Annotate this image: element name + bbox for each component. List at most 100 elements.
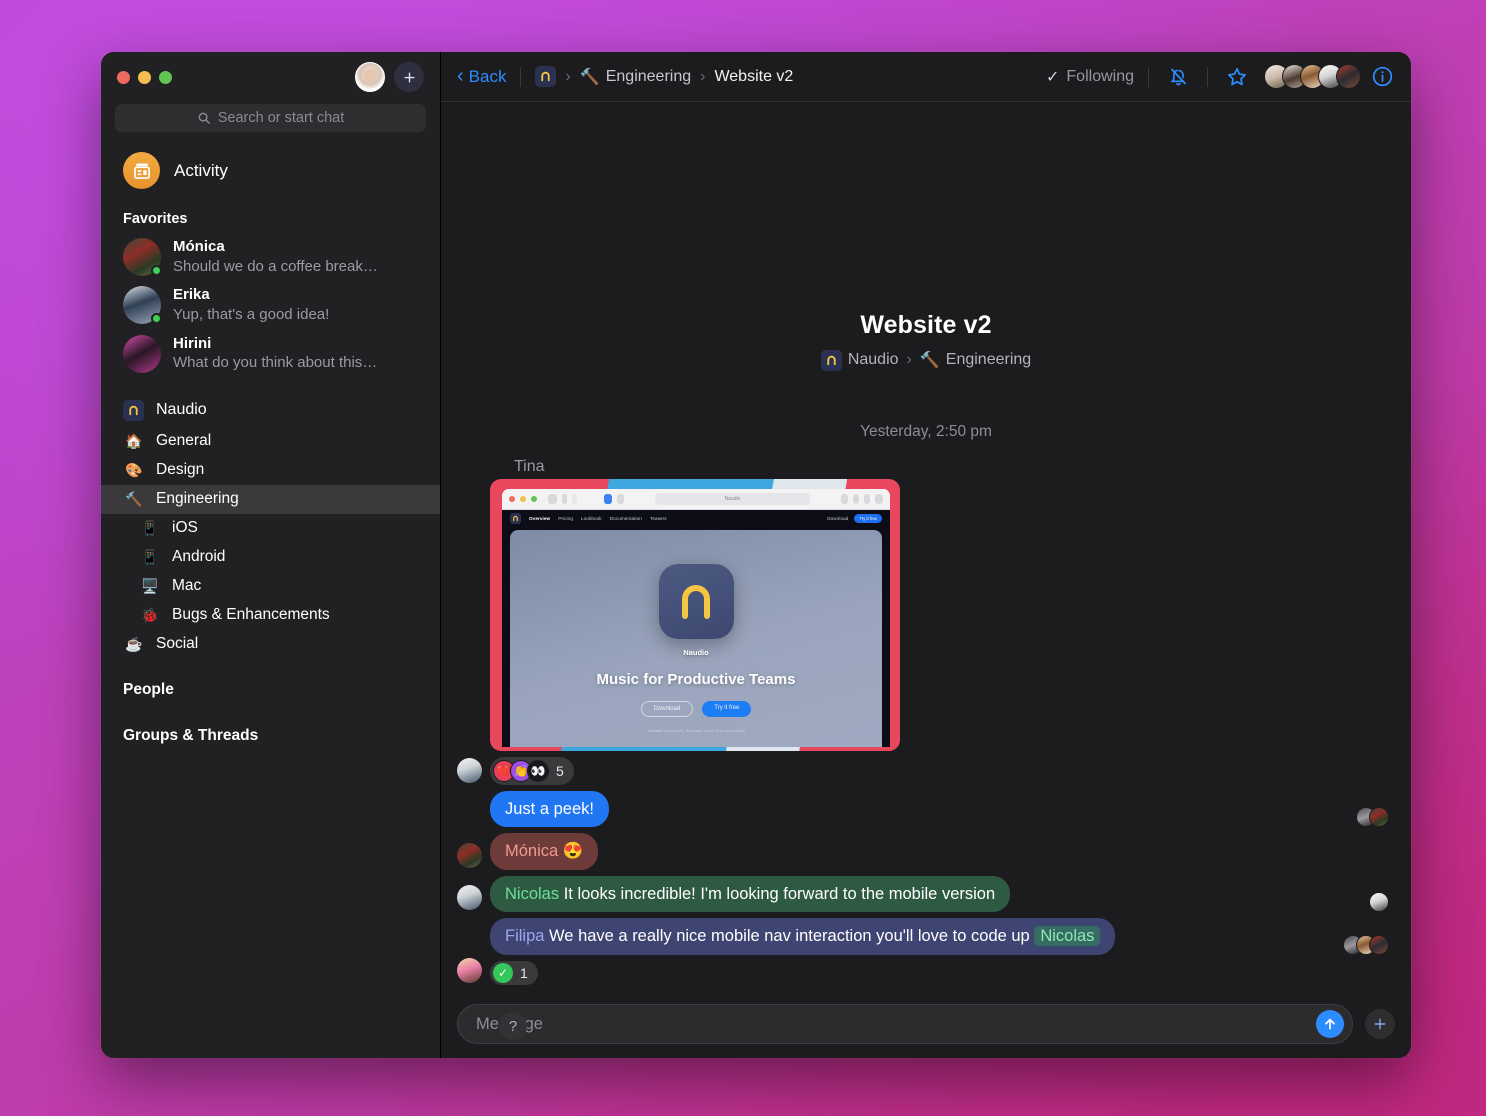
- avatar: [457, 885, 482, 910]
- online-indicator: [151, 313, 162, 324]
- mention-filipa[interactable]: Filipa: [505, 927, 544, 945]
- site-nav-pricing[interactable]: Pricing: [558, 516, 573, 521]
- sidebar-item-engineering[interactable]: 🔨 Engineering: [101, 485, 440, 514]
- favorite-star-button[interactable]: [1222, 63, 1252, 91]
- help-button[interactable]: ?: [499, 1012, 527, 1040]
- site-nav-lookbook[interactable]: Lookbook: [581, 516, 602, 521]
- naudio-app-icon: [659, 564, 734, 639]
- site-navbar: Overview Pricing Lookbook Documentation …: [502, 510, 890, 527]
- site-nav-cta[interactable]: Try it free: [854, 514, 882, 523]
- message-tina-image: Tina: [441, 455, 1411, 788]
- message-input-wrapper[interactable]: [457, 1004, 1353, 1044]
- day-timestamp: Yesterday, 2:50 pm: [441, 375, 1411, 455]
- message-attachment[interactable]: Naudio: [490, 479, 900, 785]
- member-avatars[interactable]: [1264, 64, 1361, 89]
- message-bubble[interactable]: Just a peek!: [490, 791, 609, 828]
- message-just-a-peek: Just a peek!: [441, 788, 1411, 831]
- avatar: [1369, 935, 1389, 955]
- zoom-button[interactable]: [159, 71, 172, 84]
- sidebar-item-social[interactable]: ☕ Social: [101, 630, 440, 659]
- attach-button[interactable]: [1365, 1009, 1395, 1039]
- divider: [1207, 67, 1208, 87]
- following-button[interactable]: ✓ Following: [1046, 67, 1134, 87]
- divider: [520, 67, 521, 87]
- favorite-hirini[interactable]: Hirini What do you think about this…: [101, 330, 440, 378]
- browser-toolbar: Naudio: [502, 489, 890, 510]
- new-chat-button[interactable]: [394, 62, 424, 92]
- avatar: [457, 843, 482, 868]
- message-bubble[interactable]: Mónica 😍: [490, 833, 598, 870]
- sidebar-item-mac[interactable]: 🖥️ Mac: [101, 572, 440, 601]
- team-label: Naudio: [156, 401, 207, 419]
- reaction-eyes[interactable]: 👀: [527, 760, 549, 782]
- bug-icon: 🐞: [139, 608, 161, 622]
- parent-team[interactable]: Naudio: [821, 350, 899, 371]
- parent-channel[interactable]: 🔨 Engineering: [920, 350, 1031, 370]
- site-nav-download[interactable]: Download: [827, 516, 848, 521]
- breadcrumb-website-v2[interactable]: Website v2: [714, 68, 793, 86]
- chevron-left-icon: ‹: [457, 66, 464, 86]
- back-arrow-icon: [562, 494, 567, 504]
- mention-nicolas[interactable]: Nicolas: [1034, 926, 1100, 946]
- breadcrumb: › 🔨 Engineering › Website v2: [535, 66, 793, 87]
- sidebar-item-bugs[interactable]: 🐞 Bugs & Enhancements: [101, 601, 440, 630]
- people-header[interactable]: People: [101, 659, 440, 705]
- naudio-logo-icon: [123, 400, 144, 421]
- message-text: It looks incredible! I'm looking forward…: [564, 885, 995, 903]
- sidebar-item-ios[interactable]: 📱 iOS: [101, 514, 440, 543]
- mute-notifications-button[interactable]: [1163, 63, 1193, 91]
- sidebar-item-general[interactable]: 🏠 General: [101, 427, 440, 456]
- reaction-count: 1: [520, 965, 528, 981]
- sidebar-item-activity[interactable]: Activity: [101, 146, 440, 195]
- favorite-preview: Yup, that's a good idea!: [173, 305, 329, 325]
- conversation: Website v2 Naudio › 🔨 Engineering Ye: [441, 102, 1411, 994]
- avatar: [123, 335, 161, 373]
- website-content: Overview Pricing Lookbook Documentation …: [502, 510, 890, 747]
- current-user-avatar[interactable]: [355, 62, 385, 92]
- parent-channel-label: Engineering: [946, 351, 1031, 369]
- hammer-icon: 🔨: [580, 67, 600, 87]
- groups-threads-header[interactable]: Groups & Threads: [101, 705, 440, 751]
- favorite-preview: What do you think about this…: [173, 353, 377, 373]
- plus-icon: [1372, 1016, 1388, 1032]
- hammer-icon: 🔨: [123, 492, 145, 506]
- minimize-button[interactable]: [138, 71, 151, 84]
- forward-arrow-icon: [572, 494, 577, 504]
- mention-monica[interactable]: Mónica: [505, 842, 558, 860]
- search-input[interactable]: Search or start chat: [115, 104, 426, 132]
- topbar-actions: ✓ Following: [1046, 63, 1397, 91]
- chevron-right-icon: ›: [700, 68, 705, 86]
- favorite-monica[interactable]: Mónica Should we do a coffee break…: [101, 233, 440, 281]
- message-bubble[interactable]: Nicolas It looks incredible! I'm looking…: [490, 876, 1010, 913]
- back-button[interactable]: ‹ Back: [457, 67, 506, 87]
- reader-icon: [617, 494, 624, 504]
- site-try-free-button[interactable]: Try it free: [702, 701, 751, 717]
- close-button[interactable]: [117, 71, 130, 84]
- main-panel: ‹ Back › 🔨 Engineering › Website v2: [441, 52, 1411, 1058]
- breadcrumb-naudio[interactable]: [535, 66, 556, 87]
- message-check-reaction[interactable]: ✓ 1: [490, 961, 538, 985]
- zoom-dot-icon: [531, 496, 537, 502]
- hammer-icon: 🔨: [920, 350, 940, 370]
- favorite-erika[interactable]: Erika Yup, that's a good idea!: [101, 281, 440, 329]
- avatar: [1336, 64, 1361, 89]
- sidebar-item-android[interactable]: 📱 Android: [101, 543, 440, 572]
- site-nav-teasers[interactable]: Teasers: [650, 516, 667, 521]
- site-download-button[interactable]: Download: [641, 701, 694, 717]
- site-nav-documentation[interactable]: Documentation: [610, 516, 642, 521]
- shield-icon: [604, 494, 612, 504]
- activity-label: Activity: [174, 161, 228, 181]
- send-button[interactable]: [1316, 1010, 1344, 1038]
- message-input[interactable]: [476, 1015, 1316, 1034]
- message-bubble[interactable]: Filipa We have a really nice mobile nav …: [490, 918, 1115, 955]
- site-nav-overview[interactable]: Overview: [529, 516, 550, 521]
- mention-nicolas[interactable]: Nicolas: [505, 885, 559, 903]
- site-headline: Music for Productive Teams: [597, 671, 796, 688]
- message-reactions[interactable]: ❤️ 👏 👀 5: [490, 757, 574, 785]
- sidebar-item-design[interactable]: 🎨 Design: [101, 456, 440, 485]
- bell-slash-icon: [1168, 66, 1189, 87]
- breadcrumb-engineering[interactable]: 🔨 Engineering: [580, 67, 691, 87]
- info-button[interactable]: [1367, 63, 1397, 91]
- message-filipa: Filipa We have a really nice mobile nav …: [441, 915, 1411, 988]
- sidebar-team-naudio[interactable]: Naudio: [101, 394, 440, 427]
